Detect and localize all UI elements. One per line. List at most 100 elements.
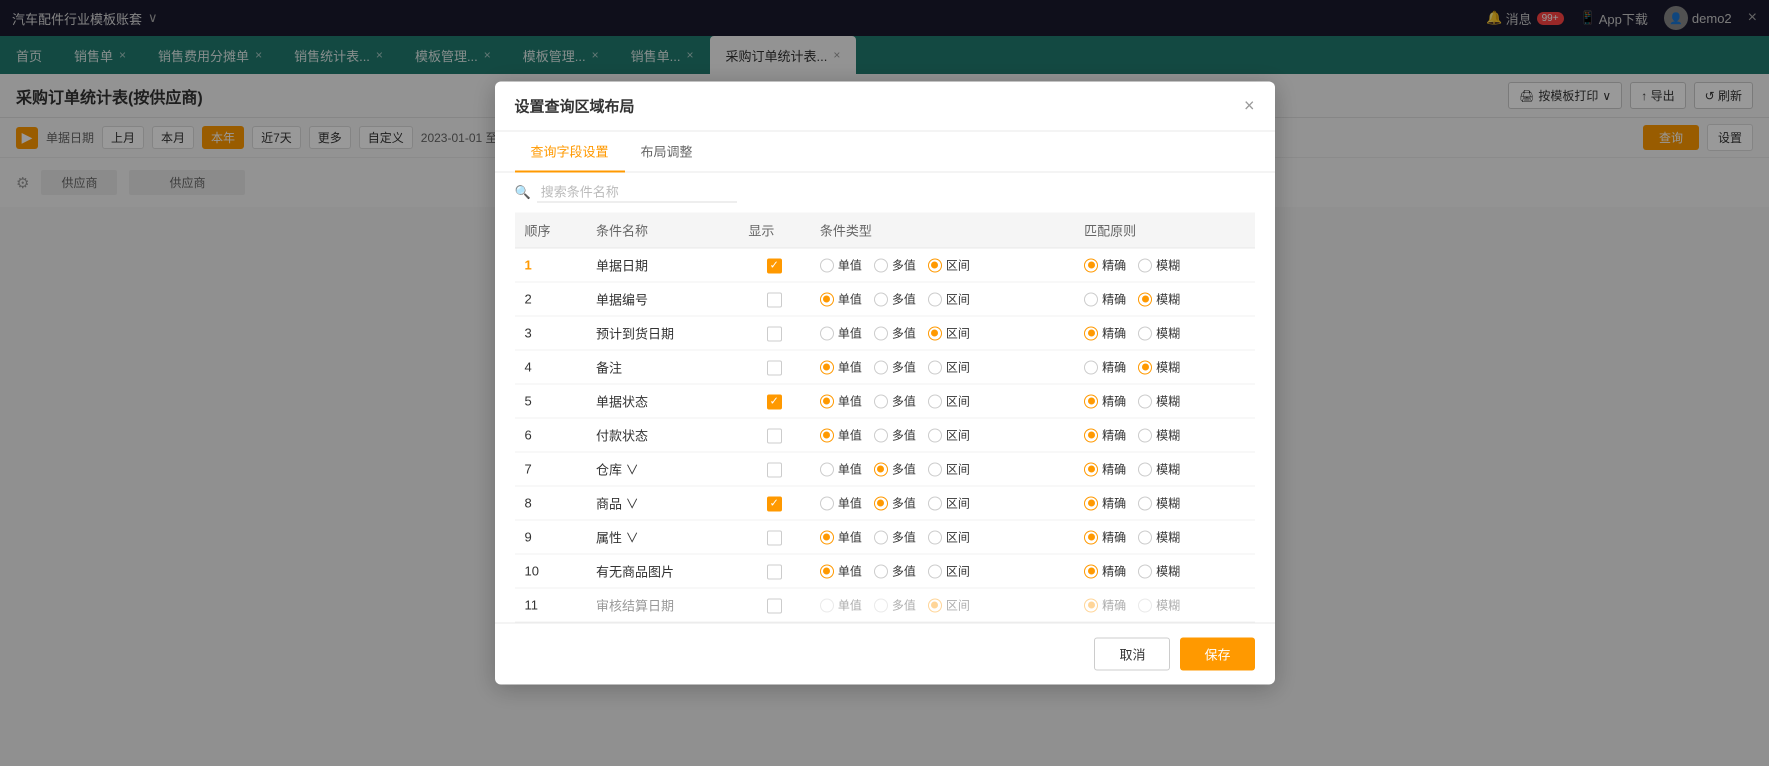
- type-option-单值-4[interactable]: 单值: [820, 359, 862, 376]
- type-option-多值-6[interactable]: 多值: [874, 427, 916, 444]
- type-option-区间-9[interactable]: 区间: [928, 529, 970, 546]
- type-option-区间-8[interactable]: 区间: [928, 495, 970, 512]
- cell-name-5: 单据状态: [586, 384, 738, 418]
- cell-type-8: 单值 多值区间: [810, 486, 1074, 520]
- modal-tab-field-settings[interactable]: 查询字段设置: [515, 132, 625, 173]
- type-option-单值-1[interactable]: 单值: [820, 257, 862, 274]
- type-radio-单值: [820, 258, 834, 272]
- type-label-单值: 单值: [838, 597, 862, 614]
- cell-display-8[interactable]: [738, 486, 810, 520]
- type-option-单值-8[interactable]: 单值: [820, 495, 862, 512]
- display-checkbox-2[interactable]: [767, 292, 782, 307]
- match-option-精确-3[interactable]: 精确: [1084, 325, 1126, 342]
- modal-close-button[interactable]: ×: [1244, 96, 1255, 117]
- cell-display-4[interactable]: [738, 350, 810, 384]
- match-option-精确-5[interactable]: 精确: [1084, 393, 1126, 410]
- type-option-区间-1[interactable]: 区间: [928, 257, 970, 274]
- match-option-精确-2[interactable]: 精确: [1084, 291, 1126, 308]
- type-option-多值-2[interactable]: 多值: [874, 291, 916, 308]
- cell-display-6[interactable]: [738, 418, 810, 452]
- match-radio-精确: [1084, 292, 1098, 306]
- display-checkbox-10[interactable]: [767, 564, 782, 579]
- type-option-区间-3[interactable]: 区间: [928, 325, 970, 342]
- cell-display-5[interactable]: [738, 384, 810, 418]
- settings-modal: 设置查询区域布局 × 查询字段设置 布局调整 🔍 顺序 条件名称 显示 条件类型…: [495, 82, 1275, 685]
- type-option-多值-5[interactable]: 多值: [874, 393, 916, 410]
- type-option-区间-6[interactable]: 区间: [928, 427, 970, 444]
- th-name: 条件名称: [586, 213, 738, 249]
- display-checkbox-5[interactable]: [767, 394, 782, 409]
- match-option-模糊-1[interactable]: 模糊: [1138, 257, 1180, 274]
- search-input[interactable]: [537, 183, 737, 203]
- cell-display-1[interactable]: [738, 248, 810, 282]
- type-option-区间-4[interactable]: 区间: [928, 359, 970, 376]
- cell-display-9[interactable]: [738, 520, 810, 554]
- type-option-区间-5[interactable]: 区间: [928, 393, 970, 410]
- match-option-精确-4[interactable]: 精确: [1084, 359, 1126, 376]
- type-option-区间-7[interactable]: 区间: [928, 461, 970, 478]
- match-option-精确-10[interactable]: 精确: [1084, 563, 1126, 580]
- match-option-精确-6[interactable]: 精确: [1084, 427, 1126, 444]
- type-option-区间-11[interactable]: 区间: [928, 597, 970, 614]
- cell-display-11[interactable]: [738, 588, 810, 622]
- type-option-区间-2[interactable]: 区间: [928, 291, 970, 308]
- cell-order-8: 8: [515, 486, 587, 520]
- type-radio-多值: [874, 394, 888, 408]
- match-option-模糊-6[interactable]: 模糊: [1138, 427, 1180, 444]
- cell-display-3[interactable]: [738, 316, 810, 350]
- type-option-单值-10[interactable]: 单值: [820, 563, 862, 580]
- match-option-模糊-8[interactable]: 模糊: [1138, 495, 1180, 512]
- type-option-单值-6[interactable]: 单值: [820, 427, 862, 444]
- display-checkbox-11[interactable]: [767, 598, 782, 613]
- display-checkbox-4[interactable]: [767, 360, 782, 375]
- match-option-精确-9[interactable]: 精确: [1084, 529, 1126, 546]
- type-option-多值-3[interactable]: 多值: [874, 325, 916, 342]
- modal-tab-layout-adjust[interactable]: 布局调整: [625, 132, 709, 173]
- save-button[interactable]: 保存: [1180, 638, 1254, 671]
- type-option-多值-8[interactable]: 多值: [874, 495, 916, 512]
- type-option-单值-11[interactable]: 单值: [820, 597, 862, 614]
- type-radio-区间: [928, 462, 942, 476]
- match-option-精确-11[interactable]: 精确: [1084, 597, 1126, 614]
- display-checkbox-3[interactable]: [767, 326, 782, 341]
- type-option-单值-7[interactable]: 单值: [820, 461, 862, 478]
- display-checkbox-6[interactable]: [767, 428, 782, 443]
- type-label-多值: 多值: [892, 495, 916, 512]
- type-option-多值-1[interactable]: 多值: [874, 257, 916, 274]
- type-option-多值-4[interactable]: 多值: [874, 359, 916, 376]
- cell-display-7[interactable]: [738, 452, 810, 486]
- type-option-区间-10[interactable]: 区间: [928, 563, 970, 580]
- cell-display-2[interactable]: [738, 282, 810, 316]
- match-option-模糊-11[interactable]: 模糊: [1138, 597, 1180, 614]
- match-option-精确-7[interactable]: 精确: [1084, 461, 1126, 478]
- match-option-模糊-2[interactable]: 模糊: [1138, 291, 1180, 308]
- match-option-模糊-5[interactable]: 模糊: [1138, 393, 1180, 410]
- match-option-模糊-7[interactable]: 模糊: [1138, 461, 1180, 478]
- display-checkbox-8[interactable]: [767, 496, 782, 511]
- display-checkbox-9[interactable]: [767, 530, 782, 545]
- cell-order-6: 6: [515, 418, 587, 452]
- type-option-单值-9[interactable]: 单值: [820, 529, 862, 546]
- type-option-多值-9[interactable]: 多值: [874, 529, 916, 546]
- match-label-模糊: 模糊: [1156, 393, 1180, 410]
- type-option-多值-11[interactable]: 多值: [874, 597, 916, 614]
- type-option-单值-3[interactable]: 单值: [820, 325, 862, 342]
- type-label-单值: 单值: [838, 529, 862, 546]
- cancel-button[interactable]: 取消: [1094, 638, 1170, 671]
- type-option-多值-7[interactable]: 多值: [874, 461, 916, 478]
- type-option-多值-10[interactable]: 多值: [874, 563, 916, 580]
- match-option-模糊-9[interactable]: 模糊: [1138, 529, 1180, 546]
- type-option-单值-2[interactable]: 单值: [820, 291, 862, 308]
- match-radio-精确: [1084, 598, 1098, 612]
- type-label-多值: 多值: [892, 461, 916, 478]
- cell-display-10[interactable]: [738, 554, 810, 588]
- type-option-单值-5[interactable]: 单值: [820, 393, 862, 410]
- cell-type-10: 单值多值区间: [810, 554, 1074, 588]
- match-option-模糊-3[interactable]: 模糊: [1138, 325, 1180, 342]
- match-option-模糊-4[interactable]: 模糊: [1138, 359, 1180, 376]
- match-option-精确-8[interactable]: 精确: [1084, 495, 1126, 512]
- match-option-模糊-10[interactable]: 模糊: [1138, 563, 1180, 580]
- display-checkbox-7[interactable]: [767, 462, 782, 477]
- match-option-精确-1[interactable]: 精确: [1084, 257, 1126, 274]
- display-checkbox-1[interactable]: [767, 258, 782, 273]
